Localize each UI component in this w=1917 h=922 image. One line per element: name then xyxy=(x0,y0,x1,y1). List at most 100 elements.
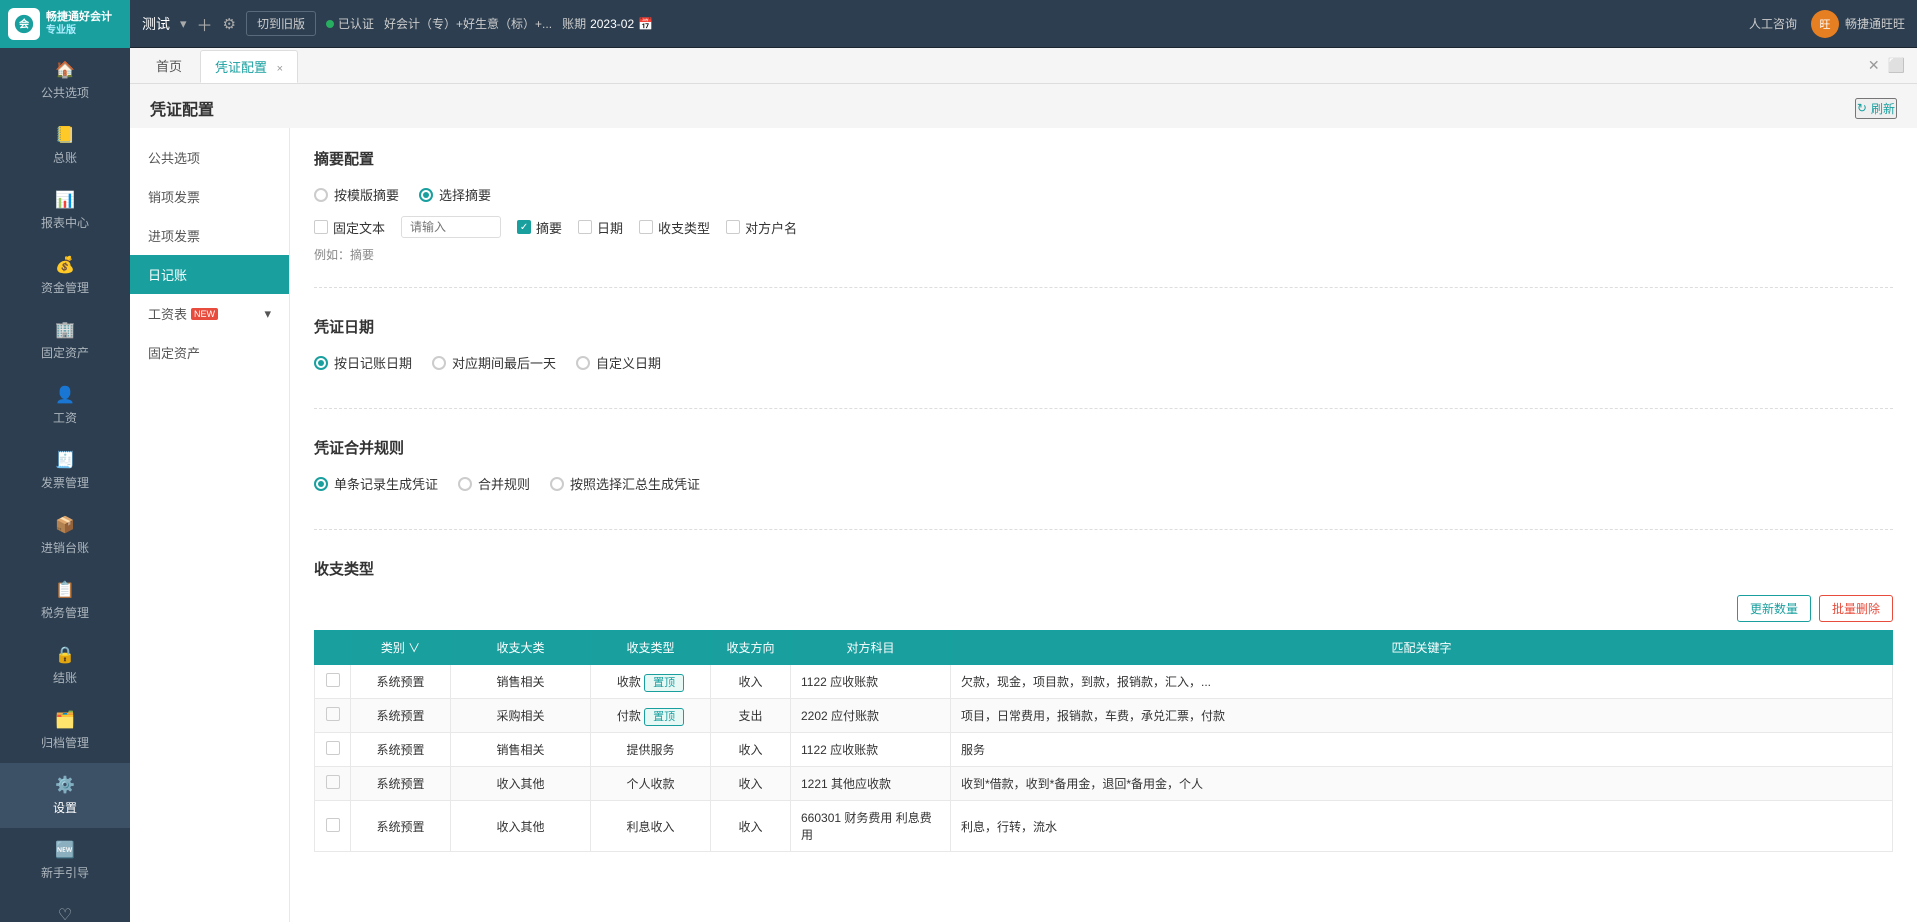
sidebar-item-label: 报表中心 xyxy=(41,214,89,231)
close-window-icon[interactable]: ✕ xyxy=(1868,57,1880,74)
merge-single-circle xyxy=(314,477,328,491)
sidebar-item-closing[interactable]: 🔒 结账 xyxy=(0,633,130,698)
checkbox-income-type[interactable]: 收支类型 xyxy=(639,218,710,237)
tab-close-btn[interactable]: × xyxy=(277,63,283,75)
leftnav-item-purchase-invoice[interactable]: 进项发票 xyxy=(130,216,289,255)
summary-radio-select[interactable]: 选择摘要 xyxy=(419,185,491,204)
merge-radio-rules[interactable]: 合并规则 xyxy=(458,474,530,493)
leftnav-item-sales-invoice[interactable]: 销项发票 xyxy=(130,177,289,216)
expand-arrow-icon: ▾ xyxy=(264,306,271,322)
type-tag-btn[interactable]: 置顶 xyxy=(644,708,684,726)
row-checkbox-cell[interactable] xyxy=(315,699,351,733)
row-type: 收款 置顶 xyxy=(591,665,711,699)
calendar-icon[interactable]: 📅 xyxy=(638,17,653,31)
select-all-checkbox[interactable] xyxy=(326,639,340,653)
sidebar-item-archive[interactable]: 🗂️ 归档管理 xyxy=(0,698,130,763)
sidebar-item-reports[interactable]: 📊 报表中心 xyxy=(0,178,130,243)
row-checkbox[interactable] xyxy=(326,673,340,687)
topbar-add-btn[interactable]: ＋ xyxy=(197,12,213,36)
sidebar-item-ledger[interactable]: 📒 总账 xyxy=(0,113,130,178)
username-label: 畅捷通旺旺 xyxy=(1845,15,1905,32)
row-checkbox-cell[interactable] xyxy=(315,733,351,767)
topbar-dropdown-arrow[interactable]: ▾ xyxy=(180,16,187,32)
row-checkbox-cell[interactable] xyxy=(315,767,351,801)
row-checkbox[interactable] xyxy=(326,707,340,721)
th-category[interactable]: 类别 ∨ xyxy=(351,631,451,665)
row-category: 系统预置 xyxy=(351,801,451,852)
main-area: 测试 ▾ ＋ ⚙ 切到旧版 已认证 好会计（专）+好生意（标）+... 账期 2… xyxy=(130,0,1917,922)
th-direction: 收支方向 xyxy=(711,631,791,665)
sidebar-item-label: 结账 xyxy=(53,669,77,686)
topbar-right: 人工咨询 旺 畅捷通旺旺 xyxy=(1749,10,1905,38)
sidebar-item-tax[interactable]: 📋 税务管理 xyxy=(0,568,130,633)
row-type: 个人收款 xyxy=(591,767,711,801)
row-direction: 支出 xyxy=(711,699,791,733)
fixed-text-input[interactable] xyxy=(401,216,501,238)
type-tag-btn[interactable]: 置顶 xyxy=(644,674,684,692)
row-category: 系统预置 xyxy=(351,665,451,699)
summary-radio-template[interactable]: 按模版摘要 xyxy=(314,185,399,204)
summary-section: 摘要配置 按模版摘要 选择摘要 xyxy=(314,148,1893,288)
date-radio-journal[interactable]: 按日记账日期 xyxy=(314,353,412,372)
table-row: 系统预置 收入其他 利息收入 收入 660301 财务费用 利息费用 利息，行转… xyxy=(315,801,1893,852)
leftnav-item-public[interactable]: 公共选项 xyxy=(130,138,289,177)
sidebar-item-guide[interactable]: 🆕 新手引导 xyxy=(0,828,130,893)
content-header: 凭证配置 ↻ 刷新 xyxy=(130,84,1917,128)
sidebar-item-member[interactable]: ♡ 畅会员 xyxy=(0,893,130,922)
income-type-table: 类别 ∨ 收支大类 收支类型 收支方向 对方科目 匹配关键字 系统预置 销售相关… xyxy=(314,630,1893,852)
row-category: 系统预置 xyxy=(351,699,451,733)
row-major: 采购相关 xyxy=(451,699,591,733)
sidebar-item-purchase[interactable]: 📦 进销台账 xyxy=(0,503,130,568)
sidebar-item-salary[interactable]: 👤 工资 xyxy=(0,373,130,438)
th-checkbox[interactable] xyxy=(315,631,351,665)
row-direction: 收入 xyxy=(711,665,791,699)
sidebar-item-invoice[interactable]: 🧾 发票管理 xyxy=(0,438,130,503)
checkbox-date[interactable]: 日期 xyxy=(578,218,623,237)
leftnav-item-fixed-assets[interactable]: 固定资产 xyxy=(130,333,289,372)
batch-delete-btn[interactable]: 批量删除 xyxy=(1819,595,1893,622)
tab-voucher-config[interactable]: 凭证配置 × xyxy=(200,50,298,83)
sidebar-item-funds[interactable]: 💰 资金管理 xyxy=(0,243,130,308)
sidebar-item-home[interactable]: 🏠 公共选项 xyxy=(0,48,130,113)
sidebar-item-settings[interactable]: ⚙️ 设置 xyxy=(0,763,130,828)
tab-home[interactable]: 首页 xyxy=(142,50,196,81)
row-checkbox[interactable] xyxy=(326,775,340,789)
checkbox-counterpart[interactable]: 对方户名 xyxy=(726,218,797,237)
update-count-btn[interactable]: 更新数量 xyxy=(1737,595,1811,622)
row-keywords: 欠款，现金，项目款，到款，报销款，汇入，... xyxy=(951,665,1893,699)
user-menu[interactable]: 旺 畅捷通旺旺 xyxy=(1811,10,1905,38)
sidebar-item-label: 新手引导 xyxy=(41,864,89,881)
maximize-icon[interactable]: ⬜ xyxy=(1888,57,1905,74)
row-keywords: 收到*借款，收到*备用金，退回*备用金，个人 xyxy=(951,767,1893,801)
archive-icon: 🗂️ xyxy=(55,710,75,730)
topbar-gear-btn[interactable]: ⚙ xyxy=(223,15,236,33)
row-keywords: 项目，日常费用，报销款，车费，承兑汇票，付款 xyxy=(951,699,1893,733)
date-radio-last-day[interactable]: 对应期间最后一天 xyxy=(432,353,556,372)
refresh-icon: ↻ xyxy=(1857,101,1867,115)
row-checkbox[interactable] xyxy=(326,818,340,832)
checkbox-fixed-text[interactable]: 固定文本 xyxy=(314,218,385,237)
sidebar-item-label: 归档管理 xyxy=(41,734,89,751)
date-radio-custom[interactable]: 自定义日期 xyxy=(576,353,661,372)
invoice-icon: 🧾 xyxy=(55,450,75,470)
fixed-text-checkbox xyxy=(314,220,328,234)
refresh-btn[interactable]: ↻ 刷新 xyxy=(1855,98,1897,119)
row-major: 销售相关 xyxy=(451,665,591,699)
merge-section: 凭证合并规则 单条记录生成凭证 合并规则 按照选择汇总生成凭证 xyxy=(314,437,1893,530)
checkbox-summary[interactable]: ✓ 摘要 xyxy=(517,218,562,237)
switch-version-btn[interactable]: 切到旧版 xyxy=(246,11,316,36)
row-checkbox-cell[interactable] xyxy=(315,801,351,852)
date-section-title: 凭证日期 xyxy=(314,316,1893,337)
row-checkbox-cell[interactable] xyxy=(315,665,351,699)
sidebar-item-assets[interactable]: 🏢 固定资产 xyxy=(0,308,130,373)
voucher-date-section: 凭证日期 按日记账日期 对应期间最后一天 自定义日期 xyxy=(314,316,1893,409)
help-btn[interactable]: 人工咨询 xyxy=(1749,15,1797,32)
date-radio-group: 按日记账日期 对应期间最后一天 自定义日期 xyxy=(314,353,1893,372)
leftnav-item-journal[interactable]: 日记账 xyxy=(130,255,289,294)
date-radio-journal-circle xyxy=(314,356,328,370)
row-checkbox[interactable] xyxy=(326,741,340,755)
merge-radio-single[interactable]: 单条记录生成凭证 xyxy=(314,474,438,493)
leftnav-item-payroll[interactable]: 工资表 NEW ▾ xyxy=(130,294,289,333)
topbar-title: 测试 xyxy=(142,14,170,34)
merge-radio-aggregate[interactable]: 按照选择汇总生成凭证 xyxy=(550,474,700,493)
